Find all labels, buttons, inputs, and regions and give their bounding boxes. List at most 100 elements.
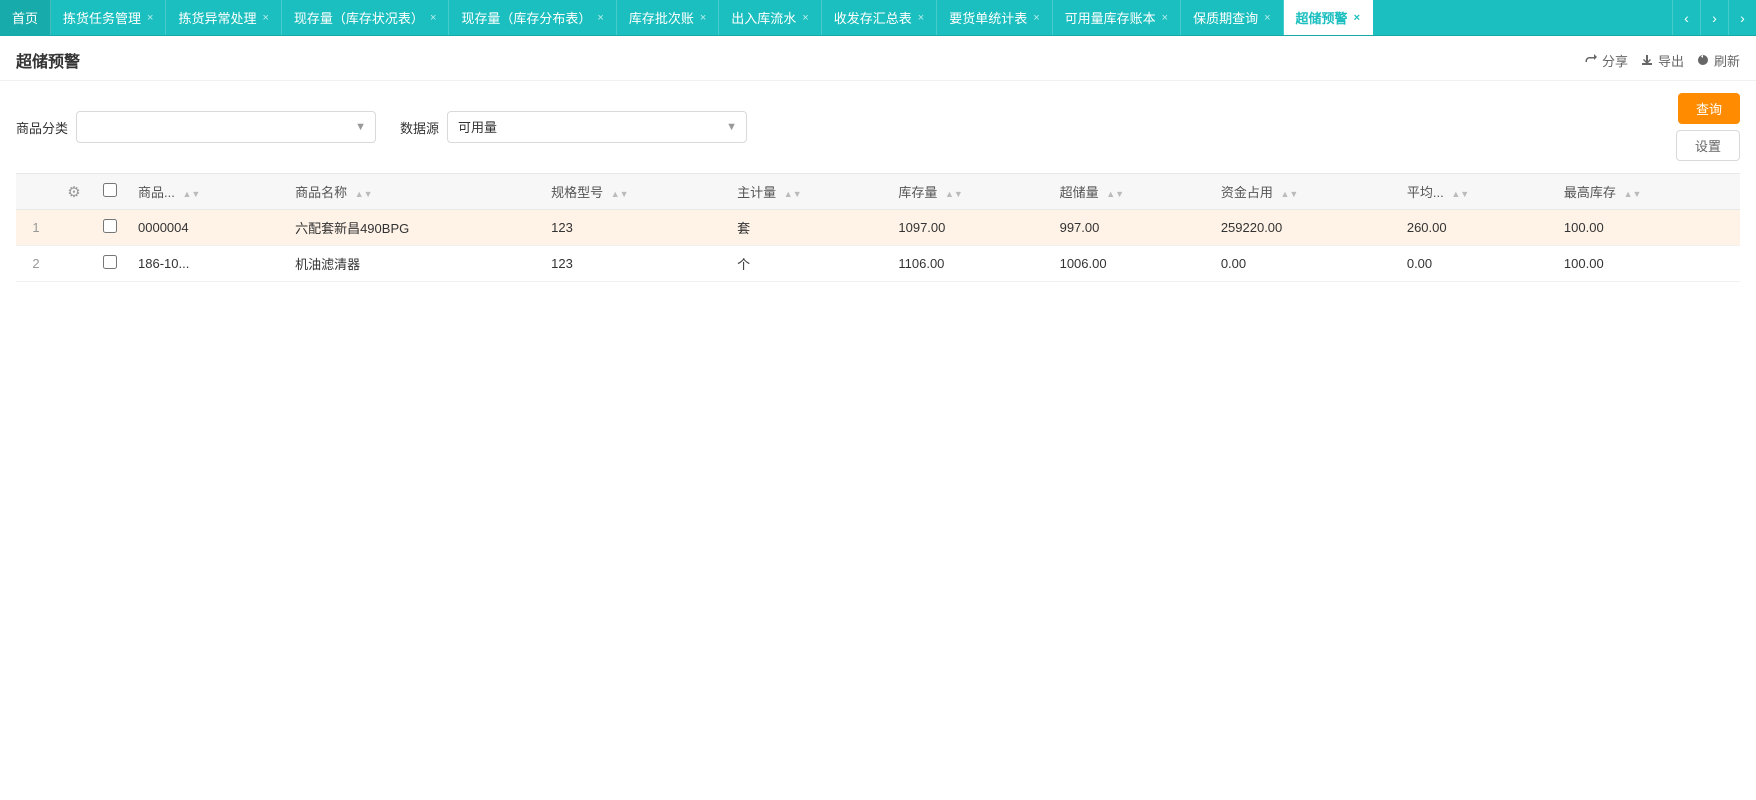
close-tab-10[interactable]: × — [1264, 12, 1270, 24]
th-stock: 库存量 ▲▼ — [888, 174, 1049, 210]
th-checkbox — [92, 174, 128, 210]
th-index — [16, 174, 56, 210]
nav-tab-1[interactable]: 拣货任务管理 × — [51, 0, 166, 36]
row-checkbox-cell — [92, 246, 128, 282]
sort-spec-icon[interactable]: ▲▼ — [611, 189, 629, 199]
nav-tab-home[interactable]: 首页 — [0, 0, 51, 36]
row-avg: 260.00 — [1397, 210, 1554, 246]
nav-tab-11[interactable]: 超储预警 × — [1284, 0, 1373, 36]
table-body: 1 0000004 六配套新昌490BPG 123 套 1097.00 997.… — [16, 210, 1740, 282]
close-tab-2[interactable]: × — [262, 12, 268, 24]
nav-tab-10[interactable]: 保质期查询 × — [1181, 0, 1283, 36]
row-overflow: 1006.00 — [1050, 246, 1211, 282]
row-product-name: 六配套新昌490BPG — [285, 210, 541, 246]
th-product-code-label: 商品... — [138, 185, 175, 200]
close-tab-4[interactable]: × — [597, 12, 603, 24]
sort-stock-icon[interactable]: ▲▼ — [945, 189, 963, 199]
close-tab-11[interactable]: × — [1354, 12, 1360, 24]
share-icon — [1584, 53, 1598, 67]
nav-tab-4[interactable]: 现存量（库存分布表） × — [449, 0, 616, 36]
th-overflow-label: 超储量 — [1060, 185, 1099, 200]
select-all-checkbox[interactable] — [103, 183, 117, 197]
table-container: ⚙ 商品... ▲▼ 商品名称 ▲▼ 规格型号 ▲▼ — [0, 173, 1756, 282]
row-avg: 0.00 — [1397, 246, 1554, 282]
row-index: 2 — [16, 246, 56, 282]
nav-arrows: ‹ › › — [1672, 0, 1756, 36]
nav-tab-5[interactable]: 库存批次账 × — [617, 0, 719, 36]
header-actions: 分享 导出 刷新 — [1584, 51, 1740, 70]
datasource-select-wrapper: 可用量 库存量 ▼ — [447, 111, 747, 143]
th-unit: 主计量 ▲▼ — [727, 174, 888, 210]
row-gear-cell — [56, 210, 92, 246]
row-checkbox-0[interactable] — [103, 219, 117, 233]
th-spec-label: 规格型号 — [551, 185, 603, 200]
refresh-icon — [1696, 53, 1710, 67]
row-product-code: 186-10... — [128, 246, 285, 282]
sort-capital-icon[interactable]: ▲▼ — [1280, 189, 1298, 199]
row-spec: 123 — [541, 246, 727, 282]
table-row: 2 186-10... 机油滤清器 123 个 1106.00 1006.00 … — [16, 246, 1740, 282]
sort-max-stock-icon[interactable]: ▲▼ — [1624, 189, 1642, 199]
nav-tab-2[interactable]: 拣货异常处理 × — [166, 0, 281, 36]
nav-next-button[interactable]: › — [1700, 0, 1728, 36]
nav-tab-3[interactable]: 现存量（库存状况表） × — [282, 0, 449, 36]
close-tab-3[interactable]: × — [430, 12, 436, 24]
row-unit: 个 — [727, 246, 888, 282]
th-avg: 平均... ▲▼ — [1397, 174, 1554, 210]
nav-tab-7[interactable]: 收发存汇总表 × — [822, 0, 937, 36]
close-tab-5[interactable]: × — [700, 12, 706, 24]
th-product-code: 商品... ▲▼ — [128, 174, 285, 210]
th-capital: 资金占用 ▲▼ — [1211, 174, 1397, 210]
query-button[interactable]: 查询 — [1678, 93, 1740, 124]
nav-tab-9[interactable]: 可用量库存账本 × — [1053, 0, 1181, 36]
th-overflow: 超储量 ▲▼ — [1050, 174, 1211, 210]
refresh-button[interactable]: 刷新 — [1696, 51, 1740, 70]
row-product-code: 0000004 — [128, 210, 285, 246]
close-tab-1[interactable]: × — [147, 12, 153, 24]
row-checkbox-1[interactable] — [103, 255, 117, 269]
row-gear-cell — [56, 246, 92, 282]
th-max-stock: 最高库存 ▲▼ — [1554, 174, 1740, 210]
set-button[interactable]: 设置 — [1676, 130, 1740, 161]
nav-prev-button[interactable]: ‹ — [1672, 0, 1700, 36]
th-spec: 规格型号 ▲▼ — [541, 174, 727, 210]
main-table: ⚙ 商品... ▲▼ 商品名称 ▲▼ 规格型号 ▲▼ — [16, 173, 1740, 282]
th-product-name: 商品名称 ▲▼ — [285, 174, 541, 210]
category-select-wrapper: ▼ — [76, 111, 376, 143]
gear-settings-icon[interactable]: ⚙ — [67, 184, 80, 201]
row-max-stock: 100.00 — [1554, 210, 1740, 246]
th-stock-label: 库存量 — [898, 185, 937, 200]
row-capital: 259220.00 — [1211, 210, 1397, 246]
row-unit: 套 — [727, 210, 888, 246]
sort-product-code-icon[interactable]: ▲▼ — [182, 189, 200, 199]
th-gear: ⚙ — [56, 174, 92, 210]
row-overflow: 997.00 — [1050, 210, 1211, 246]
export-button[interactable]: 导出 — [1640, 51, 1684, 70]
sort-unit-icon[interactable]: ▲▼ — [784, 189, 802, 199]
close-tab-7[interactable]: × — [918, 12, 924, 24]
sort-avg-icon[interactable]: ▲▼ — [1451, 189, 1469, 199]
close-tab-8[interactable]: × — [1033, 12, 1039, 24]
th-max-stock-label: 最高库存 — [1564, 185, 1616, 200]
top-nav: 首页 拣货任务管理 × 拣货异常处理 × 现存量（库存状况表） × 现存量（库存… — [0, 0, 1756, 36]
row-spec: 123 — [541, 210, 727, 246]
filter-category: 商品分类 ▼ — [16, 111, 376, 143]
category-select[interactable] — [76, 111, 376, 143]
datasource-label: 数据源 — [400, 118, 439, 137]
share-button[interactable]: 分享 — [1584, 51, 1628, 70]
close-tab-9[interactable]: × — [1162, 12, 1168, 24]
row-index: 1 — [16, 210, 56, 246]
row-stock: 1106.00 — [888, 246, 1049, 282]
close-tab-6[interactable]: × — [802, 12, 808, 24]
nav-more-button[interactable]: › — [1728, 0, 1756, 36]
row-stock: 1097.00 — [888, 210, 1049, 246]
export-icon — [1640, 53, 1654, 67]
sort-product-name-icon[interactable]: ▲▼ — [355, 189, 373, 199]
sort-overflow-icon[interactable]: ▲▼ — [1106, 189, 1124, 199]
nav-tab-8[interactable]: 要货单统计表 × — [937, 0, 1052, 36]
th-capital-label: 资金占用 — [1221, 185, 1273, 200]
filter-datasource: 数据源 可用量 库存量 ▼ — [400, 111, 747, 143]
nav-tab-6[interactable]: 出入库流水 × — [719, 0, 821, 36]
page-title: 超储预警 — [16, 48, 80, 72]
datasource-select[interactable]: 可用量 库存量 — [447, 111, 747, 143]
